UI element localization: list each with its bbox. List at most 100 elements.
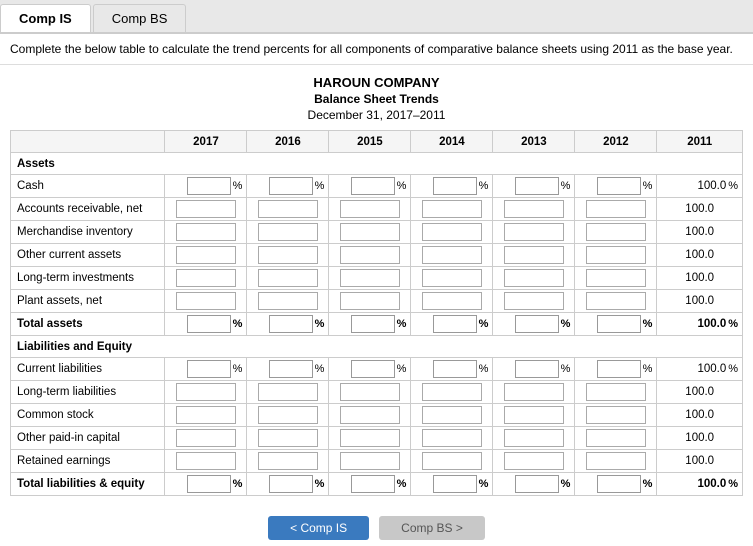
- cell-cs-2016[interactable]: [247, 404, 329, 427]
- input-tle-2016[interactable]: [269, 475, 313, 493]
- cell-lti-2017[interactable]: [165, 267, 247, 290]
- input-cl-2013[interactable]: [515, 360, 559, 378]
- cell-inv-2014[interactable]: [411, 221, 493, 244]
- input-re-2017[interactable]: [176, 452, 236, 470]
- tab-comp-bs[interactable]: Comp BS: [93, 4, 187, 32]
- cell-re-2014[interactable]: [411, 450, 493, 473]
- cell-ta-2012[interactable]: %: [575, 313, 657, 336]
- cell-ar-2016[interactable]: [247, 198, 329, 221]
- input-ar-2012[interactable]: [586, 200, 646, 218]
- input-ta-2012[interactable]: [597, 315, 641, 333]
- input-cl-2014[interactable]: [433, 360, 477, 378]
- cell-lti-2016[interactable]: [247, 267, 329, 290]
- cell-cash-2012[interactable]: %: [575, 175, 657, 198]
- cell-lti-2012[interactable]: [575, 267, 657, 290]
- input-inv-2012[interactable]: [586, 223, 646, 241]
- input-opi-2017[interactable]: [176, 429, 236, 447]
- cell-ltl-2017[interactable]: [165, 381, 247, 404]
- cell-re-2016[interactable]: [247, 450, 329, 473]
- cell-cs-2013[interactable]: [493, 404, 575, 427]
- cell-pa-2015[interactable]: [329, 290, 411, 313]
- input-lti-2013[interactable]: [504, 269, 564, 287]
- cell-cs-2015[interactable]: [329, 404, 411, 427]
- cell-oca-2015[interactable]: [329, 244, 411, 267]
- input-oca-2017[interactable]: [176, 246, 236, 264]
- cell-opi-2012[interactable]: [575, 427, 657, 450]
- input-ar-2013[interactable]: [504, 200, 564, 218]
- cell-lti-2013[interactable]: [493, 267, 575, 290]
- input-cash-2014[interactable]: [433, 177, 477, 195]
- cell-re-2015[interactable]: [329, 450, 411, 473]
- cell-cash-2015[interactable]: %: [329, 175, 411, 198]
- input-cs-2017[interactable]: [176, 406, 236, 424]
- input-cs-2014[interactable]: [422, 406, 482, 424]
- input-re-2016[interactable]: [258, 452, 318, 470]
- input-ta-2017[interactable]: [187, 315, 231, 333]
- tab-comp-is[interactable]: Comp IS: [0, 4, 91, 32]
- cell-ar-2012[interactable]: [575, 198, 657, 221]
- input-re-2013[interactable]: [504, 452, 564, 470]
- input-oca-2014[interactable]: [422, 246, 482, 264]
- cell-pa-2017[interactable]: [165, 290, 247, 313]
- input-ar-2014[interactable]: [422, 200, 482, 218]
- input-ltl-2013[interactable]: [504, 383, 564, 401]
- input-cs-2012[interactable]: [586, 406, 646, 424]
- cell-cs-2014[interactable]: [411, 404, 493, 427]
- cell-oca-2014[interactable]: [411, 244, 493, 267]
- input-cs-2013[interactable]: [504, 406, 564, 424]
- cell-cl-2015[interactable]: %: [329, 358, 411, 381]
- input-pa-2013[interactable]: [504, 292, 564, 310]
- cell-cl-2012[interactable]: %: [575, 358, 657, 381]
- input-inv-2014[interactable]: [422, 223, 482, 241]
- cell-opi-2017[interactable]: [165, 427, 247, 450]
- cell-pa-2014[interactable]: [411, 290, 493, 313]
- cell-ar-2017[interactable]: [165, 198, 247, 221]
- cell-opi-2015[interactable]: [329, 427, 411, 450]
- cell-cash-2014[interactable]: %: [411, 175, 493, 198]
- input-lti-2015[interactable]: [340, 269, 400, 287]
- cell-lti-2015[interactable]: [329, 267, 411, 290]
- input-inv-2017[interactable]: [176, 223, 236, 241]
- cell-ta-2014[interactable]: %: [411, 313, 493, 336]
- input-lti-2016[interactable]: [258, 269, 318, 287]
- cell-ltl-2013[interactable]: [493, 381, 575, 404]
- input-ar-2017[interactable]: [176, 200, 236, 218]
- input-ltl-2012[interactable]: [586, 383, 646, 401]
- input-ta-2013[interactable]: [515, 315, 559, 333]
- input-opi-2014[interactable]: [422, 429, 482, 447]
- cell-ar-2014[interactable]: [411, 198, 493, 221]
- cell-cl-2017[interactable]: %: [165, 358, 247, 381]
- cell-cs-2017[interactable]: [165, 404, 247, 427]
- input-tle-2013[interactable]: [515, 475, 559, 493]
- cell-opi-2016[interactable]: [247, 427, 329, 450]
- cell-tle-2017[interactable]: %: [165, 473, 247, 496]
- input-cl-2015[interactable]: [351, 360, 395, 378]
- input-cash-2012[interactable]: [597, 177, 641, 195]
- input-inv-2015[interactable]: [340, 223, 400, 241]
- input-oca-2016[interactable]: [258, 246, 318, 264]
- cell-ltl-2012[interactable]: [575, 381, 657, 404]
- input-lti-2012[interactable]: [586, 269, 646, 287]
- input-ltl-2014[interactable]: [422, 383, 482, 401]
- input-re-2012[interactable]: [586, 452, 646, 470]
- cell-cash-2016[interactable]: %: [247, 175, 329, 198]
- input-cl-2016[interactable]: [269, 360, 313, 378]
- cell-tle-2014[interactable]: %: [411, 473, 493, 496]
- input-inv-2016[interactable]: [258, 223, 318, 241]
- input-ar-2016[interactable]: [258, 200, 318, 218]
- cell-ar-2015[interactable]: [329, 198, 411, 221]
- input-tle-2014[interactable]: [433, 475, 477, 493]
- cell-ltl-2016[interactable]: [247, 381, 329, 404]
- input-cs-2015[interactable]: [340, 406, 400, 424]
- cell-pa-2013[interactable]: [493, 290, 575, 313]
- cell-cash-2013[interactable]: %: [493, 175, 575, 198]
- input-lti-2014[interactable]: [422, 269, 482, 287]
- input-lti-2017[interactable]: [176, 269, 236, 287]
- input-opi-2016[interactable]: [258, 429, 318, 447]
- cell-re-2017[interactable]: [165, 450, 247, 473]
- input-pa-2016[interactable]: [258, 292, 318, 310]
- next-button[interactable]: Comp BS >: [379, 516, 485, 540]
- input-cl-2017[interactable]: [187, 360, 231, 378]
- cell-oca-2016[interactable]: [247, 244, 329, 267]
- input-oca-2012[interactable]: [586, 246, 646, 264]
